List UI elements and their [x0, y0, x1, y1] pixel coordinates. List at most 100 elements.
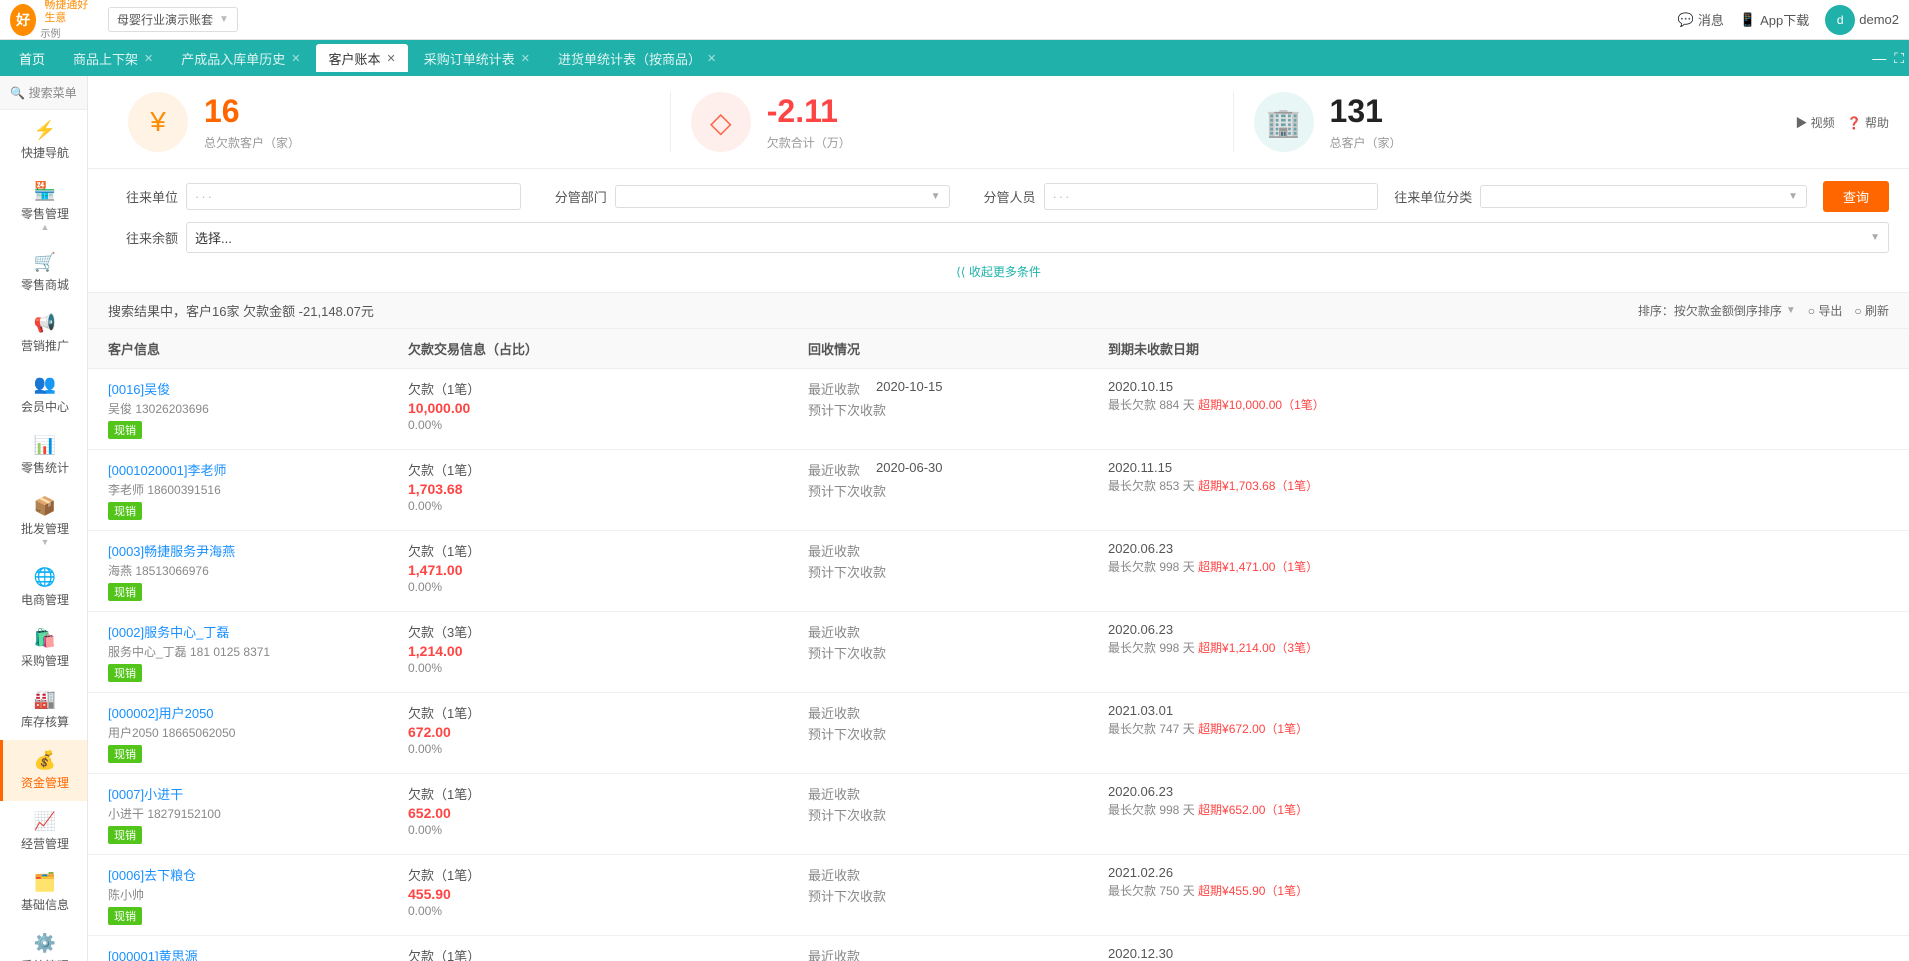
customer-tag-6: 现销: [108, 907, 142, 925]
tab-minimize-icon[interactable]: —: [1872, 50, 1886, 66]
content-area: ¥ 16 总欠款客户（家） ◇ -2.11 欠款合计（万） 🏢: [88, 76, 1909, 961]
overdue-link-5[interactable]: 超期¥652.00（1笔）: [1198, 803, 1308, 817]
debt-amount-1[interactable]: 1,703.68: [408, 481, 808, 497]
customer-tag-0: 现销: [108, 421, 142, 439]
unit-category-label: 往来单位分类: [1394, 187, 1472, 206]
filter-manager: 分管人员 ···: [966, 183, 1379, 210]
sidebar-item-member[interactable]: 👥 会员中心: [0, 364, 87, 425]
customer-info-5: [0007]小进干 小进干 18279152100 现销: [108, 784, 408, 844]
sidebar-item-quick-nav[interactable]: ⚡ 快捷导航: [0, 110, 87, 171]
manager-input[interactable]: ···: [1044, 183, 1379, 210]
stat-overdue-amount: ◇ -2.11 欠款合计（万）: [670, 92, 1233, 152]
sidebar-item-purchase[interactable]: 🛍️ 采购管理: [0, 618, 87, 679]
due-info-6: 2021.02.26 最长欠款 750 天 超期¥455.90（1笔）: [1108, 865, 1889, 899]
help-btn[interactable]: ❓ 帮助: [1847, 114, 1889, 131]
sort-select[interactable]: 排序：按欠款金额倒序排序 ▼: [1638, 302, 1796, 319]
sidebar-search[interactable]: 🔍 搜索菜单: [0, 76, 87, 110]
tab-close-products[interactable]: ✕: [144, 52, 153, 65]
tab-close-production[interactable]: ✕: [291, 52, 300, 65]
debt-amount-3[interactable]: 1,214.00: [408, 643, 808, 659]
sidebar-item-inventory[interactable]: 🏭 库存核算: [0, 679, 87, 740]
due-info-2: 2020.06.23 最长欠款 998 天 超期¥1,471.00（1笔）: [1108, 541, 1889, 575]
customer-name-0[interactable]: [0016]吴俊: [108, 379, 408, 398]
recovery-info-0: 最近收款 2020-10-15 预计下次收款: [808, 379, 1108, 421]
customer-name-6[interactable]: [0006]去下粮仓: [108, 865, 408, 884]
overdue-link-2[interactable]: 超期¥1,471.00（1笔）: [1198, 560, 1318, 574]
retail-mall-icon: 🛒: [34, 252, 56, 273]
industry-selector[interactable]: 母婴行业演示账套 ▼: [108, 7, 238, 32]
app-download-btn[interactable]: 📱 App下载: [1740, 10, 1809, 29]
overdue-link-3[interactable]: 超期¥1,214.00（3笔）: [1198, 641, 1318, 655]
tab-purchase-order[interactable]: 采购订单统计表 ✕: [412, 44, 542, 72]
sidebar-item-basic-info[interactable]: 🗂️ 基础信息: [0, 862, 87, 923]
tab-close-purchase[interactable]: ✕: [521, 52, 530, 65]
tab-import-stats[interactable]: 进货单统计表（按商品） ✕: [546, 44, 728, 72]
table-row: [0006]去下粮仓 陈小帅 现销 欠款（1笔） 455.90 0.00% 最近…: [88, 855, 1909, 936]
overdue-link-6[interactable]: 超期¥455.90（1笔）: [1198, 884, 1308, 898]
user-avatar: d: [1825, 5, 1855, 35]
customer-name-3[interactable]: [0002]服务中心_丁磊: [108, 622, 408, 641]
sidebar: 🔍 搜索菜单 ⚡ 快捷导航 🏪 零售管理 ▲ 🛒 零售商城 📢 营销推广 �: [0, 76, 88, 961]
app-container: 好 畅捷通好生意 示例 母婴行业演示账套 ▼ 💬 消息 📱 App下载 d de…: [0, 0, 1909, 961]
video-btn[interactable]: ▶ 视频: [1795, 114, 1834, 131]
user-menu[interactable]: d demo2: [1825, 5, 1899, 35]
col-recovery: 回收情况: [808, 339, 1108, 358]
sidebar-item-finance[interactable]: 💰 资金管理: [0, 740, 87, 801]
overdue-link-0[interactable]: 超期¥10,000.00（1笔）: [1198, 398, 1325, 412]
balance-select[interactable]: 选择... ▼: [186, 222, 1889, 253]
customer-name-1[interactable]: [0001020001]李老师: [108, 460, 408, 479]
overdue-customers-value: 16: [204, 93, 300, 130]
sidebar-item-batch-mgmt[interactable]: 📦 批发管理 ▼: [0, 486, 87, 557]
table-row: [000002]用户2050 用户2050 18665062050 现销 欠款（…: [88, 693, 1909, 774]
filter-balance: 往来余额 选择... ▼: [108, 222, 1889, 253]
from-unit-label: 往来单位: [108, 187, 178, 206]
tab-close-import[interactable]: ✕: [707, 52, 716, 65]
sidebar-item-ops[interactable]: 📈 经营管理: [0, 801, 87, 862]
customer-tag-4: 现销: [108, 745, 142, 763]
customer-name-4[interactable]: [000002]用户2050: [108, 703, 408, 722]
debt-amount-2[interactable]: 1,471.00: [408, 562, 808, 578]
customer-name-5[interactable]: [0007]小进干: [108, 784, 408, 803]
from-unit-input[interactable]: ···: [186, 183, 521, 210]
customer-name-7[interactable]: [000001]黄思源: [108, 946, 408, 961]
sidebar-item-retail-mall[interactable]: 🛒 零售商城: [0, 242, 87, 303]
dept-select[interactable]: ▼: [615, 185, 950, 208]
overdue-amount-value: -2.11: [767, 93, 851, 130]
sidebar-item-sys[interactable]: ⚙️ 系统管理: [0, 923, 87, 961]
customer-info-3: [0002]服务中心_丁磊 服务中心_丁磊 181 0125 8371 现销: [108, 622, 408, 682]
sidebar-item-ecommerce[interactable]: 🌐 电商管理: [0, 557, 87, 618]
overdue-link-1[interactable]: 超期¥1,703.68（1笔）: [1198, 479, 1318, 493]
sidebar-item-marketing[interactable]: 📢 营销推广: [0, 303, 87, 364]
tab-close-customer[interactable]: ✕: [387, 52, 396, 65]
table-row: [000001]黄思源 黄思源 13552700226 现销 欠款（1笔） 42…: [88, 936, 1909, 961]
search-button[interactable]: 查询: [1823, 181, 1889, 212]
unit-category-select[interactable]: ▼: [1480, 185, 1807, 208]
result-summary: 搜索结果中，客户16家 欠款金额 -21,148.07元: [108, 301, 374, 320]
debt-amount-5[interactable]: 652.00: [408, 805, 808, 821]
tab-home[interactable]: 首页: [7, 44, 57, 72]
customer-name-2[interactable]: [0003]畅捷服务尹海燕: [108, 541, 408, 560]
overdue-link-4[interactable]: 超期¥672.00（1笔）: [1198, 722, 1308, 736]
tab-products[interactable]: 商品上下架 ✕: [61, 44, 165, 72]
tab-expand-icon[interactable]: ⛶: [1894, 50, 1904, 67]
customer-tag-5: 现销: [108, 826, 142, 844]
sidebar-item-retail-mgmt[interactable]: 🏪 零售管理 ▲: [0, 171, 87, 242]
debt-amount-6[interactable]: 455.90: [408, 886, 808, 902]
debt-amount-0[interactable]: 10,000.00: [408, 400, 808, 416]
sort-chevron: ▼: [1786, 305, 1796, 316]
customer-info-2: [0003]畅捷服务尹海燕 海燕 18513066976 现销: [108, 541, 408, 601]
due-info-3: 2020.06.23 最长欠款 998 天 超期¥1,214.00（3笔）: [1108, 622, 1889, 656]
header-actions: ▶ 视频 ❓ 帮助: [1795, 114, 1889, 131]
total-customers-label: 总客户（家）: [1330, 134, 1402, 151]
tab-customer-account[interactable]: 客户账本 ✕: [316, 44, 407, 72]
collapse-btn[interactable]: ⟨⟨ 收起更多条件: [108, 263, 1889, 280]
recovery-info-4: 最近收款 预计下次收款: [808, 703, 1108, 745]
customer-info-6: [0006]去下粮仓 陈小帅 现销: [108, 865, 408, 925]
refresh-btn[interactable]: ○ 刷新: [1854, 302, 1889, 319]
export-btn[interactable]: ○ 导出: [1808, 302, 1843, 319]
message-btn[interactable]: 💬 消息: [1678, 10, 1724, 29]
debt-amount-4[interactable]: 672.00: [408, 724, 808, 740]
sidebar-item-retail-stats[interactable]: 📊 零售统计: [0, 425, 87, 486]
tab-production[interactable]: 产成品入库单历史 ✕: [169, 44, 312, 72]
purchase-icon: 🛍️: [34, 628, 56, 649]
